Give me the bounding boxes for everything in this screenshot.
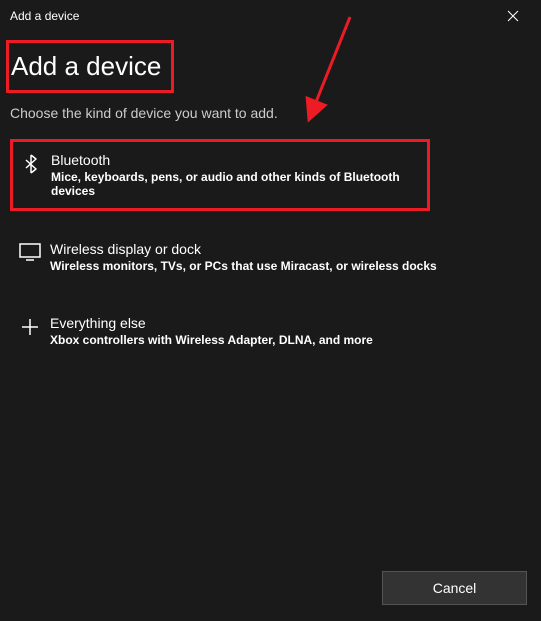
display-icon xyxy=(18,243,42,261)
bluetooth-icon xyxy=(19,154,43,174)
option-desc: Xbox controllers with Wireless Adapter, … xyxy=(50,333,523,347)
close-button[interactable] xyxy=(493,0,533,32)
window-title: Add a device xyxy=(10,9,79,23)
option-wireless-display[interactable]: Wireless display or dock Wireless monito… xyxy=(10,229,531,285)
page-title: Add a device xyxy=(11,45,169,88)
option-desc: Wireless monitors, TVs, or PCs that use … xyxy=(50,259,523,273)
option-title: Everything else xyxy=(50,315,523,331)
footer: Cancel xyxy=(382,571,527,605)
option-bluetooth[interactable]: Bluetooth Mice, keyboards, pens, or audi… xyxy=(10,139,430,211)
title-highlight-annotation: Add a device xyxy=(6,40,174,93)
content: Add a device Choose the kind of device y… xyxy=(0,32,541,359)
titlebar: Add a device xyxy=(0,0,541,32)
option-text: Bluetooth Mice, keyboards, pens, or audi… xyxy=(51,152,421,198)
option-everything-else[interactable]: Everything else Xbox controllers with Wi… xyxy=(10,303,531,359)
plus-icon xyxy=(18,317,42,337)
option-text: Wireless display or dock Wireless monito… xyxy=(50,241,523,273)
page-subtitle: Choose the kind of device you want to ad… xyxy=(10,105,531,121)
option-desc: Mice, keyboards, pens, or audio and othe… xyxy=(51,170,421,198)
close-icon xyxy=(507,10,519,22)
option-text: Everything else Xbox controllers with Wi… xyxy=(50,315,523,347)
option-title: Bluetooth xyxy=(51,152,421,168)
cancel-button[interactable]: Cancel xyxy=(382,571,527,605)
option-title: Wireless display or dock xyxy=(50,241,523,257)
